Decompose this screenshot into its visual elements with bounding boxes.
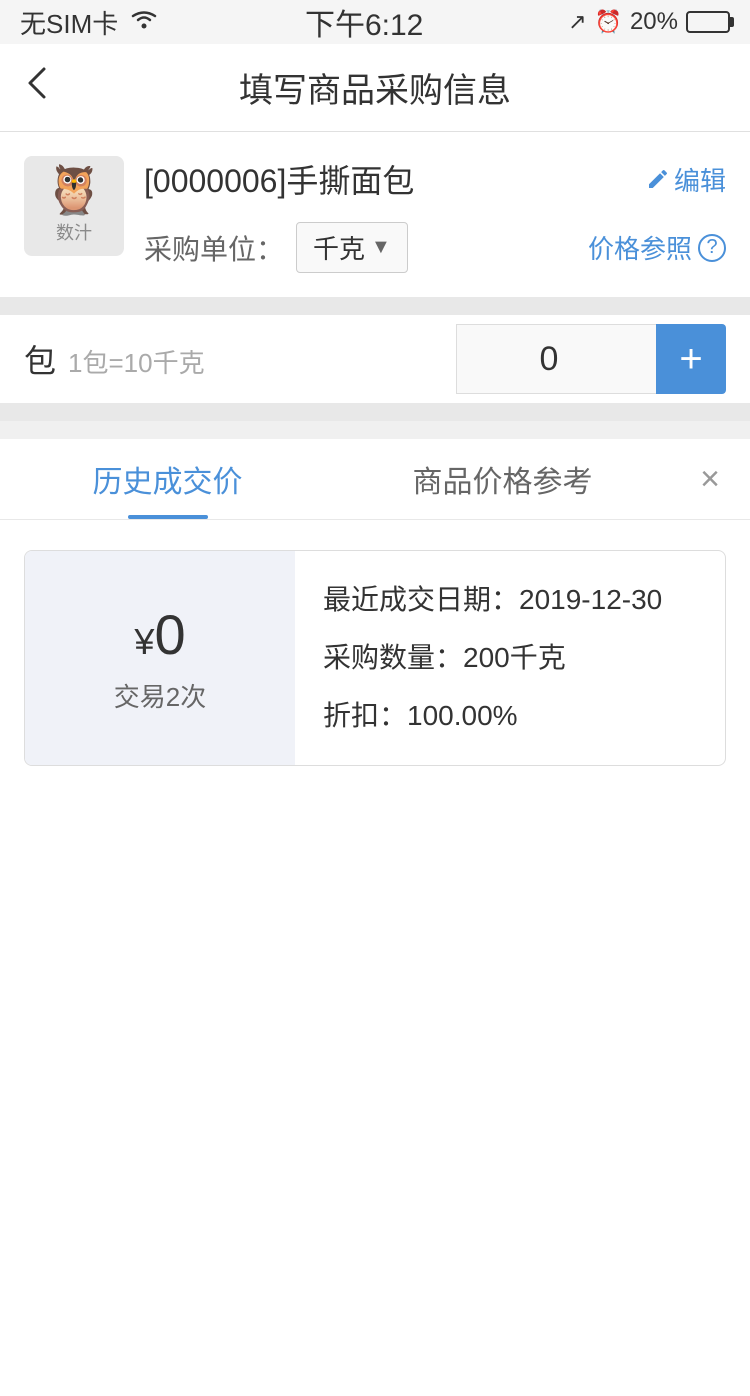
price-purchase-qty-row: 采购数量：200千克	[323, 637, 697, 679]
product-name: [0000006]手撕面包	[144, 156, 414, 202]
price-card-left: ¥0 交易2次	[25, 551, 295, 765]
status-right: ↗ ⏰ 20%	[568, 8, 730, 36]
price-currency-symbol: ¥	[134, 621, 154, 662]
quantity-section: 包 1包=10千克 +	[0, 315, 750, 403]
price-ref-label: 价格参照	[588, 229, 692, 266]
back-button[interactable]	[24, 65, 48, 111]
price-ref-button[interactable]: 价格参照 ?	[588, 229, 726, 266]
quantity-unit-sub: 1包=10千克	[68, 343, 205, 380]
purchase-qty-label: 采购数量：	[323, 642, 463, 673]
tab-close-icon: ×	[700, 460, 720, 499]
product-info: [0000006]手撕面包 编辑 采购单位： 千克 ▼ 价格参照 ?	[144, 156, 726, 273]
page-title: 填写商品采购信息	[239, 63, 511, 112]
purchase-unit-left: 采购单位： 千克 ▼	[144, 222, 408, 273]
tab-close-button[interactable]: ×	[670, 439, 750, 519]
bottom-area	[0, 796, 750, 1396]
purchase-unit-row: 采购单位： 千克 ▼ 价格参照 ?	[144, 222, 726, 273]
quantity-unit-info: 包 1包=10千克	[24, 336, 456, 382]
edit-label: 编辑	[674, 161, 726, 198]
price-discount-row: 折扣：100.00%	[323, 695, 697, 737]
edit-button[interactable]: 编辑	[646, 161, 726, 198]
purchase-qty-value: 200千克	[463, 642, 566, 673]
product-section: 🦉 数汁 [0000006]手撕面包 编辑 采购单位： 千克 ▼ 价格	[0, 132, 750, 297]
product-logo-icon: 🦉	[44, 167, 104, 215]
status-time: 下午6:12	[305, 0, 423, 44]
tabs-section: 历史成交价 商品价格参考 × ¥0 交易2次 最近成交日期：2019-12-30…	[0, 439, 750, 796]
quantity-input-area: +	[456, 324, 726, 394]
recent-date-value: 2019-12-30	[519, 584, 662, 615]
tab-price-reference-label: 商品价格参考	[413, 457, 593, 501]
discount-value: 100.00%	[407, 700, 518, 731]
tab-price-reference[interactable]: 商品价格参考	[335, 439, 670, 519]
battery-icon	[686, 11, 730, 33]
status-bar: 无SIM卡 下午6:12 ↗ ⏰ 20%	[0, 0, 750, 44]
alarm-icon: ⏰	[595, 9, 622, 35]
price-card: ¥0 交易2次 最近成交日期：2019-12-30 采购数量：200千克 折扣：…	[24, 550, 726, 766]
tab-content: ¥0 交易2次 最近成交日期：2019-12-30 采购数量：200千克 折扣：…	[0, 520, 750, 796]
product-name-row: [0000006]手撕面包 编辑	[144, 156, 726, 202]
quantity-plus-button[interactable]: +	[656, 324, 726, 394]
product-logo-text: 数汁	[56, 219, 92, 245]
section-divider-2	[0, 403, 750, 421]
battery-percent: 20%	[630, 8, 678, 36]
product-logo: 🦉 数汁	[24, 156, 124, 256]
wifi-icon	[128, 7, 160, 38]
price-trade-count: 交易2次	[114, 677, 206, 714]
price-display: ¥0	[134, 602, 185, 667]
tab-history-price-label: 历史成交价	[93, 457, 243, 501]
location-icon: ↗	[568, 9, 586, 35]
tabs-header: 历史成交价 商品价格参考 ×	[0, 439, 750, 520]
carrier-text: 无SIM卡	[20, 4, 118, 41]
unit-selector[interactable]: 千克 ▼	[296, 222, 408, 273]
discount-label: 折扣：	[323, 700, 407, 731]
price-recent-date-row: 最近成交日期：2019-12-30	[323, 579, 697, 621]
purchase-unit-label: 采购单位：	[144, 228, 284, 268]
recent-date-label: 最近成交日期：	[323, 584, 519, 615]
section-divider	[0, 297, 750, 315]
quantity-input[interactable]	[456, 324, 656, 394]
unit-dropdown-arrow-icon: ▼	[371, 236, 391, 259]
status-left: 无SIM卡	[20, 4, 160, 41]
tab-history-price[interactable]: 历史成交价	[0, 439, 335, 519]
unit-value: 千克	[313, 229, 365, 266]
price-ref-question-icon: ?	[698, 234, 726, 262]
price-card-right: 最近成交日期：2019-12-30 采购数量：200千克 折扣：100.00%	[295, 551, 725, 765]
nav-bar: 填写商品采购信息	[0, 44, 750, 132]
price-value: 0	[154, 603, 185, 666]
quantity-unit-big: 包	[24, 336, 56, 382]
